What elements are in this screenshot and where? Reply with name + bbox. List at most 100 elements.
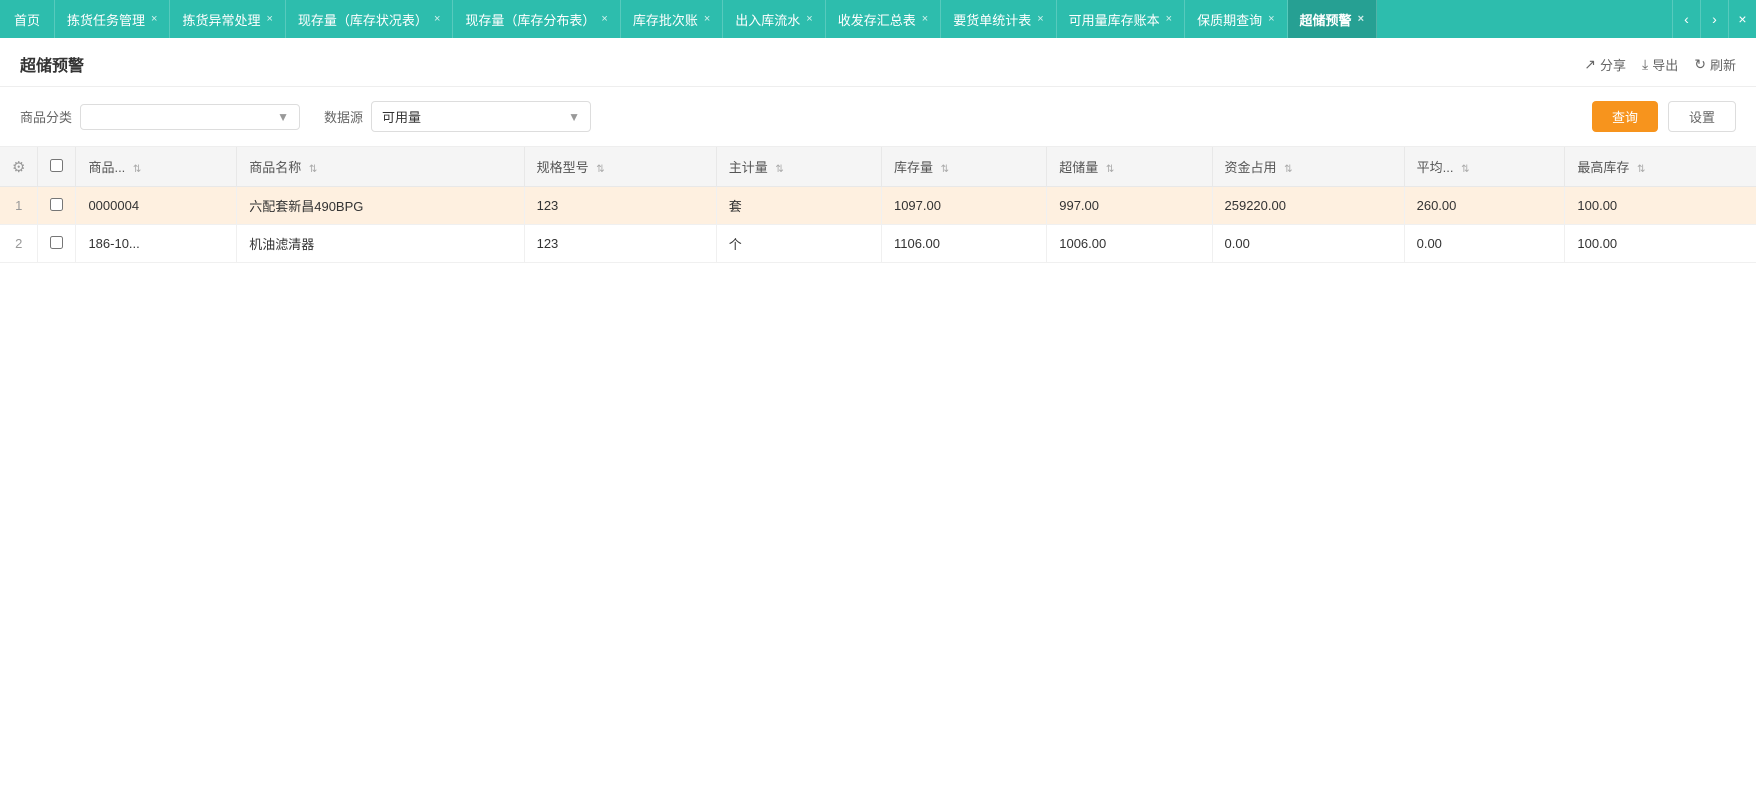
page-header: 超储预警 ↗ 分享 ⤓ 导出 ↻ 刷新 — [0, 38, 1756, 87]
row-num: 2 — [0, 225, 38, 263]
nav-tab-baozhi-chaxun[interactable]: 保质期查询 × — [1185, 0, 1287, 38]
nav-tab-kucun-pici[interactable]: 库存批次账 × — [621, 0, 723, 38]
cell-product-name: 六配套新昌490BPG — [237, 187, 524, 225]
datasource-select-value: 可用量 — [382, 107, 421, 126]
close-icon[interactable]: × — [1037, 13, 1043, 25]
close-icon[interactable]: × — [1358, 13, 1364, 25]
th-spec[interactable]: 规格型号 ⇅ — [524, 147, 716, 187]
chevron-down-icon: ▼ — [568, 110, 580, 124]
cell-avg: 0.00 — [1404, 225, 1565, 263]
table-row: 2 186-10... 机油滤清器 123 个 1106.00 1006.00 … — [0, 225, 1756, 263]
row-checkbox-cell — [38, 225, 76, 263]
cell-overstock: 1006.00 — [1047, 225, 1212, 263]
sort-icon: ⇅ — [1106, 164, 1114, 175]
cell-product-name: 机油滤清器 — [237, 225, 524, 263]
table-row: 1 0000004 六配套新昌490BPG 123 套 1097.00 997.… — [0, 187, 1756, 225]
nav-arrow-left[interactable]: ‹ — [1672, 0, 1700, 38]
sort-icon: ⇅ — [309, 164, 317, 175]
header-actions: ↗ 分享 ⤓ 导出 ↻ 刷新 — [1584, 55, 1736, 74]
cell-spec: 123 — [524, 225, 716, 263]
nav-tab-yaohuo-tongji[interactable]: 要货单统计表 × — [941, 0, 1056, 38]
nav-home[interactable]: 首页 — [0, 0, 55, 38]
cell-avg: 260.00 — [1404, 187, 1565, 225]
cell-unit: 个 — [716, 225, 881, 263]
cell-stock: 1106.00 — [881, 225, 1046, 263]
row-checkbox[interactable] — [50, 198, 63, 211]
close-icon[interactable]: × — [266, 13, 272, 25]
table-body: 1 0000004 六配套新昌490BPG 123 套 1097.00 997.… — [0, 187, 1756, 263]
sort-icon: ⇅ — [596, 164, 604, 175]
sort-icon: ⇅ — [1284, 164, 1292, 175]
close-icon[interactable]: × — [434, 13, 440, 25]
nav-tab-chaochuyujing[interactable]: 超储预警 × — [1288, 0, 1377, 38]
close-icon[interactable]: × — [806, 13, 812, 25]
th-product-code[interactable]: 商品... ⇅ — [76, 147, 237, 187]
nav-tab-churuku-liushui[interactable]: 出入库流水 × — [723, 0, 825, 38]
th-max-stock[interactable]: 最高库存 ⇅ — [1565, 147, 1756, 187]
cell-stock: 1097.00 — [881, 187, 1046, 225]
nav-tab-xiancunliang-fenbiao[interactable]: 现存量（库存分布表） × — [453, 0, 620, 38]
refresh-button[interactable]: ↻ 刷新 — [1694, 55, 1736, 74]
nav-arrow-close[interactable]: × — [1728, 0, 1756, 38]
table-header-row: ⚙ 商品... ⇅ 商品名称 ⇅ 规格型号 ⇅ — [0, 147, 1756, 187]
table-wrapper: ⚙ 商品... ⇅ 商品名称 ⇅ 规格型号 ⇅ — [0, 147, 1756, 263]
cell-product-code: 186-10... — [76, 225, 237, 263]
row-num: 1 — [0, 187, 38, 225]
cell-capital: 259220.00 — [1212, 187, 1404, 225]
export-icon: ⤓ — [1642, 56, 1648, 73]
chevron-down-icon: ▼ — [277, 110, 289, 124]
datasource-select[interactable]: 可用量 ▼ — [371, 101, 591, 132]
query-button[interactable]: 查询 — [1592, 101, 1658, 132]
cell-overstock: 997.00 — [1047, 187, 1212, 225]
row-checkbox[interactable] — [50, 236, 63, 249]
cell-max-stock: 100.00 — [1565, 187, 1756, 225]
filter-area: 商品分类 ▼ 数据源 可用量 ▼ 查询 设置 — [0, 87, 1756, 147]
close-icon[interactable]: × — [704, 13, 710, 25]
cell-product-code: 0000004 — [76, 187, 237, 225]
cell-unit: 套 — [716, 187, 881, 225]
nav-tab-jianghuo-yichang[interactable]: 拣货异常处理 × — [170, 0, 285, 38]
nav-tab-shoufacun-huizong[interactable]: 收发存汇总表 × — [826, 0, 941, 38]
export-button[interactable]: ⤓ 导出 — [1642, 55, 1678, 74]
select-all-checkbox[interactable] — [50, 159, 63, 172]
category-label: 商品分类 — [20, 107, 72, 126]
share-button[interactable]: ↗ 分享 — [1584, 55, 1626, 74]
refresh-icon: ↻ — [1694, 56, 1706, 73]
close-icon[interactable]: × — [922, 13, 928, 25]
cell-capital: 0.00 — [1212, 225, 1404, 263]
sort-icon: ⇅ — [941, 164, 949, 175]
sort-icon: ⇅ — [775, 164, 783, 175]
th-unit[interactable]: 主计量 ⇅ — [716, 147, 881, 187]
sort-icon: ⇅ — [1637, 164, 1645, 175]
filter-actions: 查询 设置 — [1592, 101, 1736, 132]
filter-category: 商品分类 ▼ — [20, 104, 300, 130]
nav-arrow-right[interactable]: › — [1700, 0, 1728, 38]
sort-icon: ⇅ — [1461, 164, 1469, 175]
page-area: 超储预警 ↗ 分享 ⤓ 导出 ↻ 刷新 商品分类 ▼ 数据源 — [0, 38, 1756, 800]
nav-tab-jianghuo-renwu[interactable]: 拣货任务管理 × — [55, 0, 170, 38]
th-capital[interactable]: 资金占用 ⇅ — [1212, 147, 1404, 187]
row-checkbox-cell — [38, 187, 76, 225]
th-product-name[interactable]: 商品名称 ⇅ — [237, 147, 524, 187]
sort-icon: ⇅ — [133, 164, 141, 175]
settings-button[interactable]: 设置 — [1668, 101, 1736, 132]
close-icon[interactable]: × — [1268, 13, 1274, 25]
share-icon: ↗ — [1584, 56, 1596, 73]
th-overstock[interactable]: 超储量 ⇅ — [1047, 147, 1212, 187]
nav-tab-xiancunliang-kuanzhuang[interactable]: 现存量（库存状况表） × — [286, 0, 453, 38]
th-settings: ⚙ — [0, 147, 38, 187]
close-icon[interactable]: × — [601, 13, 607, 25]
th-checkbox — [38, 147, 76, 187]
close-icon[interactable]: × — [1166, 13, 1172, 25]
filter-datasource: 数据源 可用量 ▼ — [324, 101, 591, 132]
main-table: ⚙ 商品... ⇅ 商品名称 ⇅ 规格型号 ⇅ — [0, 147, 1756, 263]
cell-spec: 123 — [524, 187, 716, 225]
th-avg[interactable]: 平均... ⇅ — [1404, 147, 1565, 187]
th-stock[interactable]: 库存量 ⇅ — [881, 147, 1046, 187]
cell-max-stock: 100.00 — [1565, 225, 1756, 263]
nav-tab-keyongliang-zhangben[interactable]: 可用量库存账本 × — [1057, 0, 1185, 38]
gear-icon[interactable]: ⚙ — [12, 159, 25, 176]
category-select[interactable]: ▼ — [80, 104, 300, 130]
page-title: 超储预警 — [20, 52, 84, 76]
close-icon[interactable]: × — [151, 13, 157, 25]
